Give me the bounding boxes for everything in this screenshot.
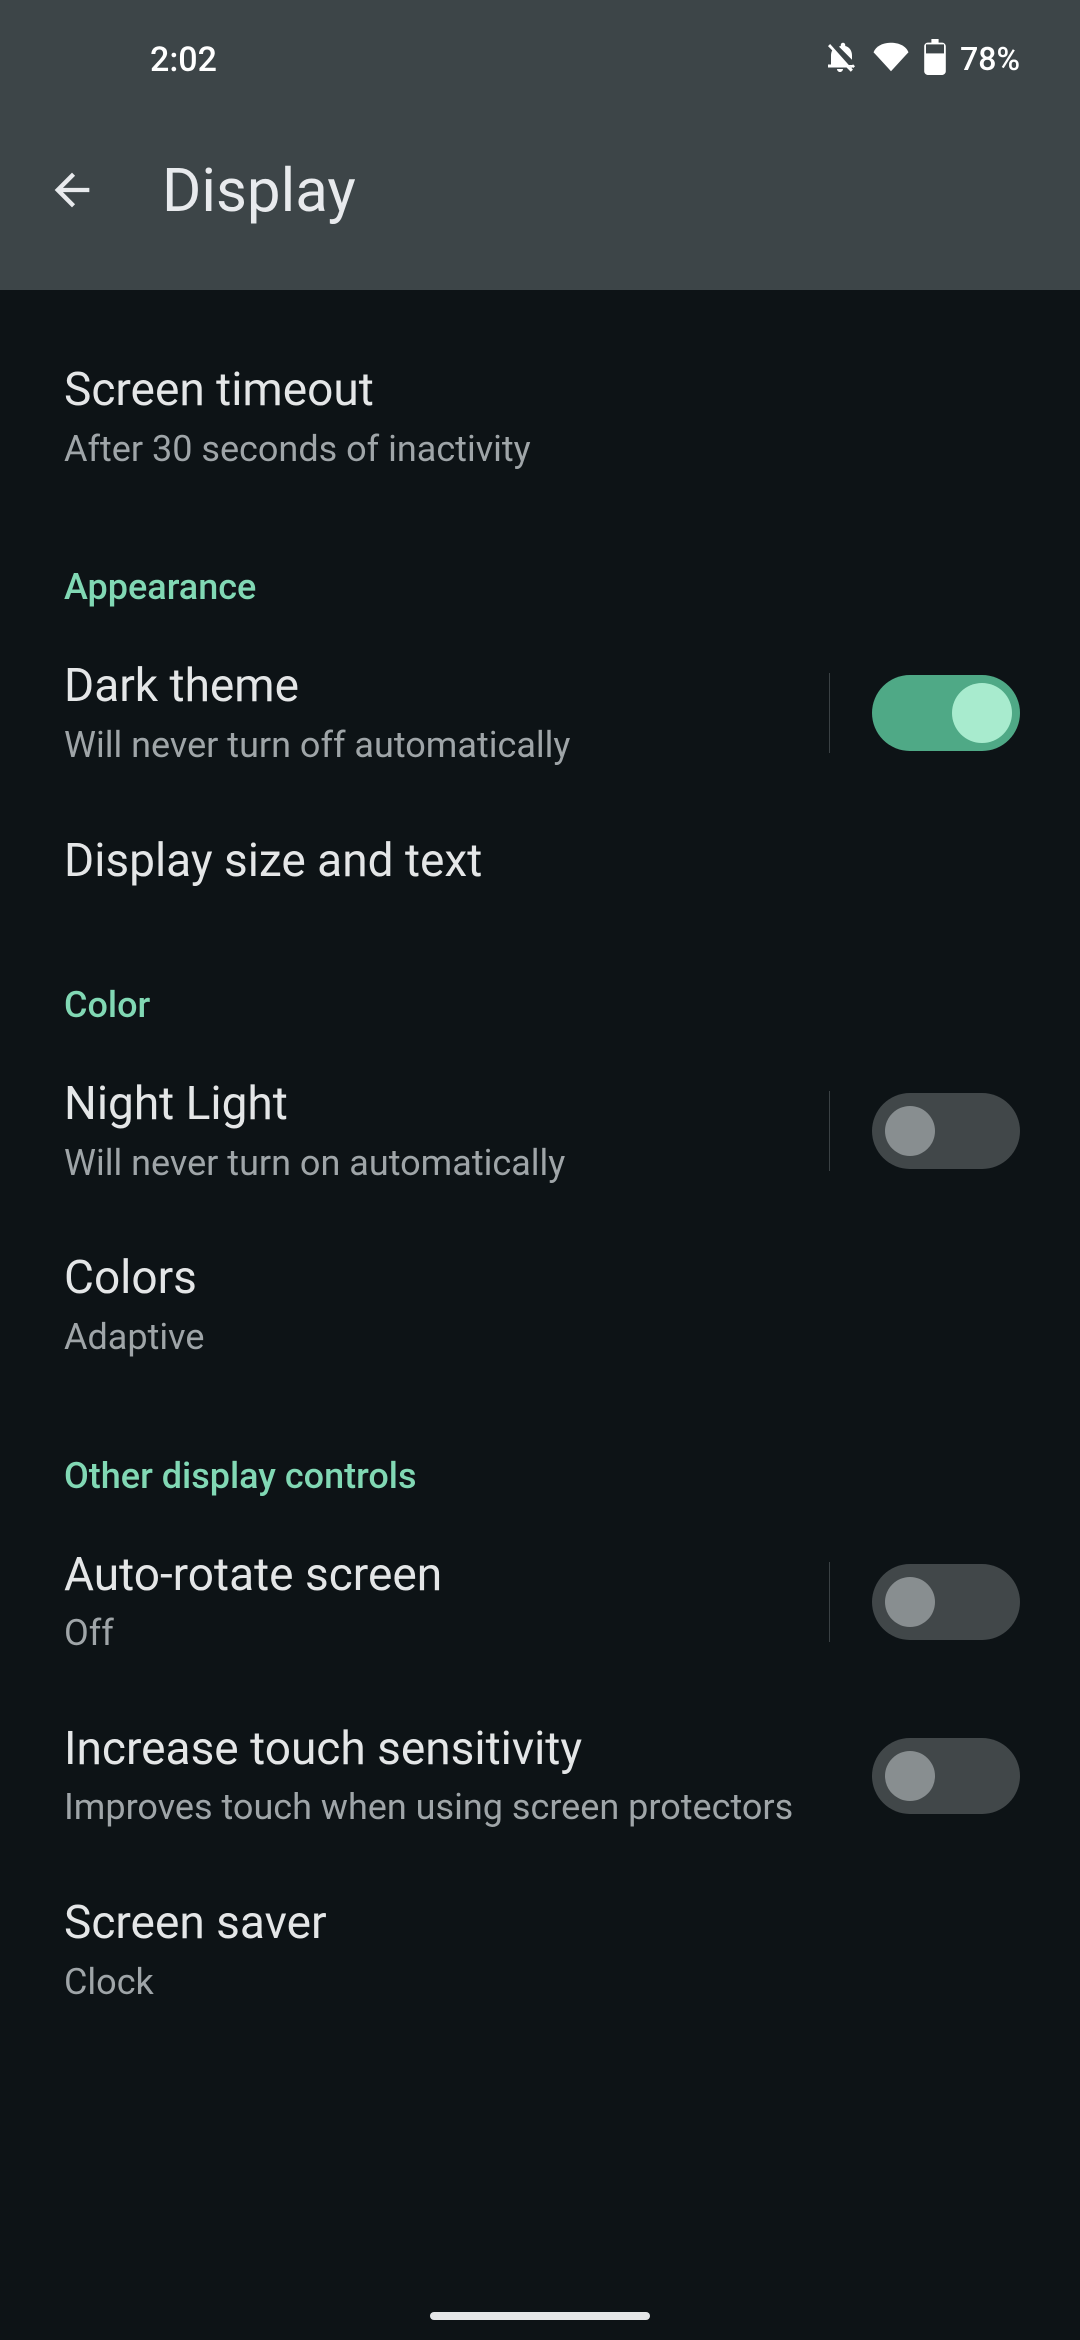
setting-subtitle: Off [64,1610,829,1657]
setting-subtitle: Clock [64,1959,1020,2006]
app-bar: Display [0,90,1080,290]
touch-sensitivity-toggle[interactable] [872,1738,1020,1814]
divider [829,673,830,753]
setting-title: Screen timeout [64,362,1020,420]
page-title: Display [162,155,356,226]
back-button[interactable] [42,160,102,220]
auto-rotate-item[interactable]: Auto-rotate screen Off [0,1515,1080,1689]
settings-list: Screen timeout After 30 seconds of inact… [0,290,1080,2038]
battery-icon [924,39,946,79]
setting-title: Display size and text [64,833,1020,891]
nav-home-indicator[interactable] [430,2312,650,2320]
setting-title: Auto-rotate screen [64,1547,829,1605]
section-color: Color [0,922,1080,1044]
divider [829,1562,830,1642]
dnd-off-icon [822,39,858,79]
setting-title: Screen saver [64,1895,1020,1953]
setting-title: Increase touch sensitivity [64,1721,872,1779]
setting-subtitle: Will never turn off automatically [64,722,829,769]
screen-saver-item[interactable]: Screen saver Clock [0,1863,1080,2037]
setting-title: Night Light [64,1076,829,1134]
touch-sensitivity-item[interactable]: Increase touch sensitivity Improves touc… [0,1689,1080,1863]
auto-rotate-toggle[interactable] [872,1564,1020,1640]
status-icons: 78% [822,38,1020,80]
section-other: Other display controls [0,1393,1080,1515]
setting-subtitle: Improves touch when using screen protect… [64,1784,872,1831]
dark-theme-item[interactable]: Dark theme Will never turn off automatic… [0,626,1080,800]
screen-timeout-item[interactable]: Screen timeout After 30 seconds of inact… [0,330,1080,504]
status-bar: 2:02 78% [0,0,1080,90]
setting-subtitle: Adaptive [64,1314,1020,1361]
battery-text: 78% [960,40,1020,78]
night-light-item[interactable]: Night Light Will never turn on automatic… [0,1044,1080,1218]
display-size-item[interactable]: Display size and text [0,801,1080,923]
colors-item[interactable]: Colors Adaptive [0,1218,1080,1392]
setting-subtitle: After 30 seconds of inactivity [64,426,1020,473]
dark-theme-toggle[interactable] [872,675,1020,751]
divider [829,1091,830,1171]
setting-title: Dark theme [64,658,829,716]
wifi-icon [872,38,910,80]
section-appearance: Appearance [0,504,1080,626]
status-time: 2:02 [150,40,217,80]
setting-subtitle: Will never turn on automatically [64,1140,829,1187]
night-light-toggle[interactable] [872,1093,1020,1169]
setting-title: Colors [64,1250,1020,1308]
